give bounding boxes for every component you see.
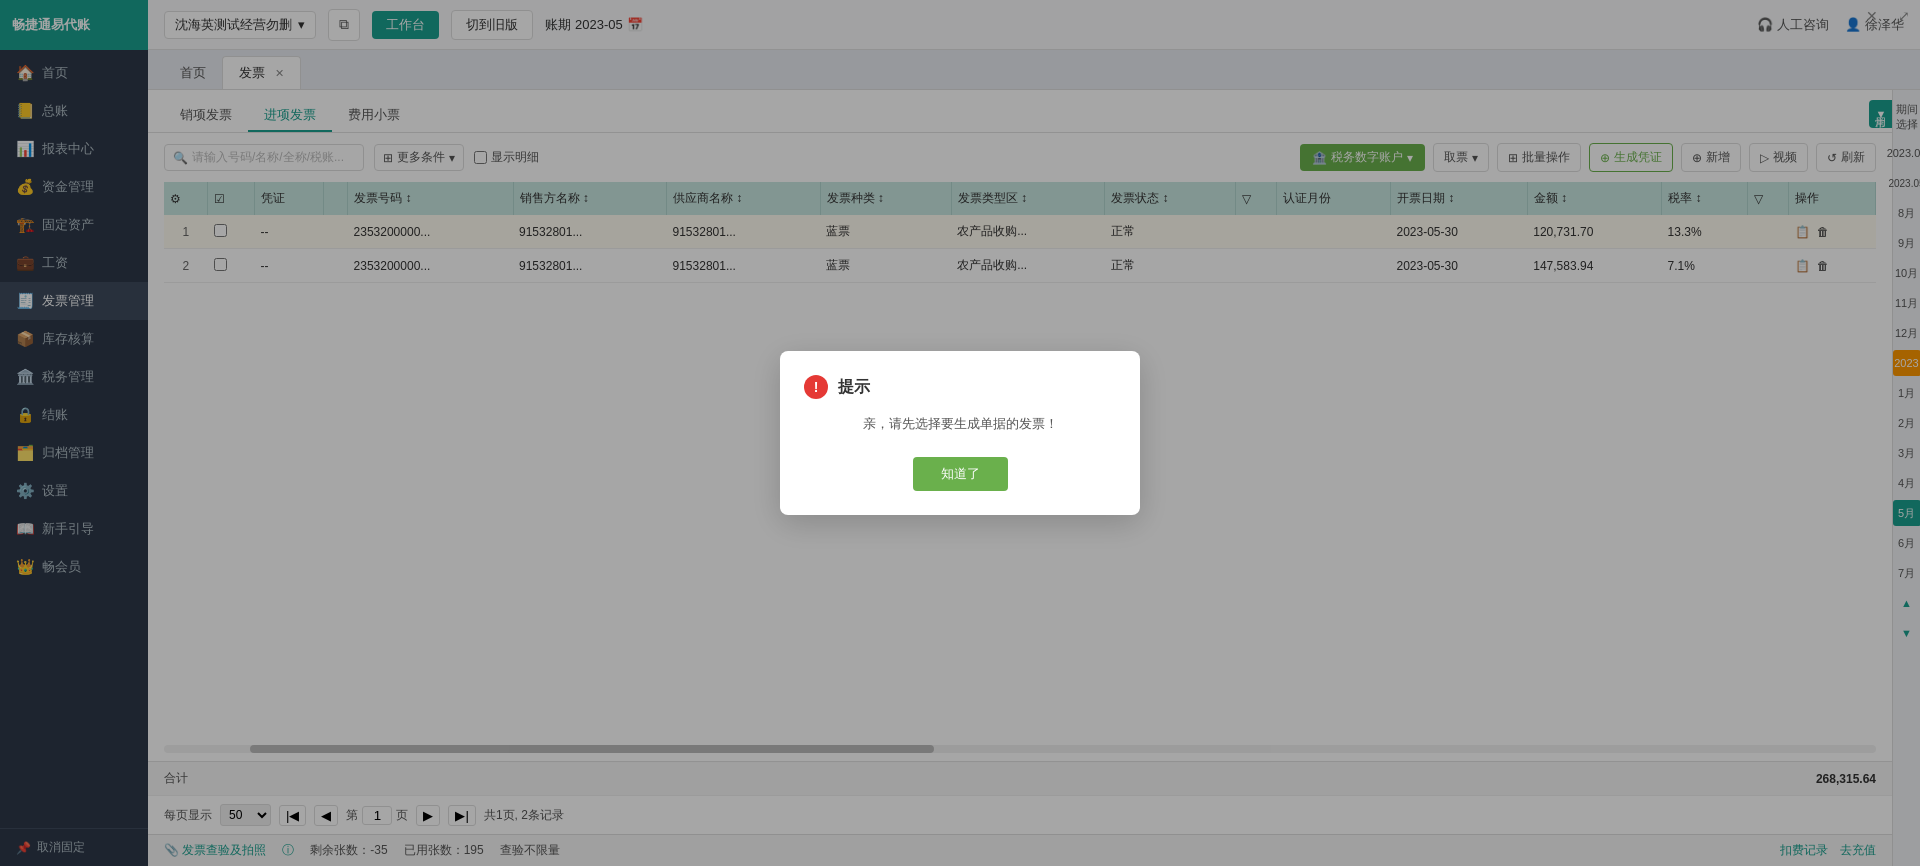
modal-overlay[interactable]: ! 提示 亲，请先选择要生成单据的发票！ 知道了	[0, 0, 1920, 866]
modal-title: 提示	[838, 377, 870, 398]
warning-icon: !	[804, 375, 828, 399]
modal-header: ! 提示	[804, 375, 1116, 399]
modal-body: 亲，请先选择要生成单据的发票！	[804, 415, 1116, 433]
modal-confirm-button[interactable]: 知道了	[913, 457, 1008, 491]
alert-modal: ! 提示 亲，请先选择要生成单据的发票！ 知道了	[780, 351, 1140, 515]
modal-message: 亲，请先选择要生成单据的发票！	[863, 416, 1058, 431]
modal-footer: 知道了	[804, 457, 1116, 491]
